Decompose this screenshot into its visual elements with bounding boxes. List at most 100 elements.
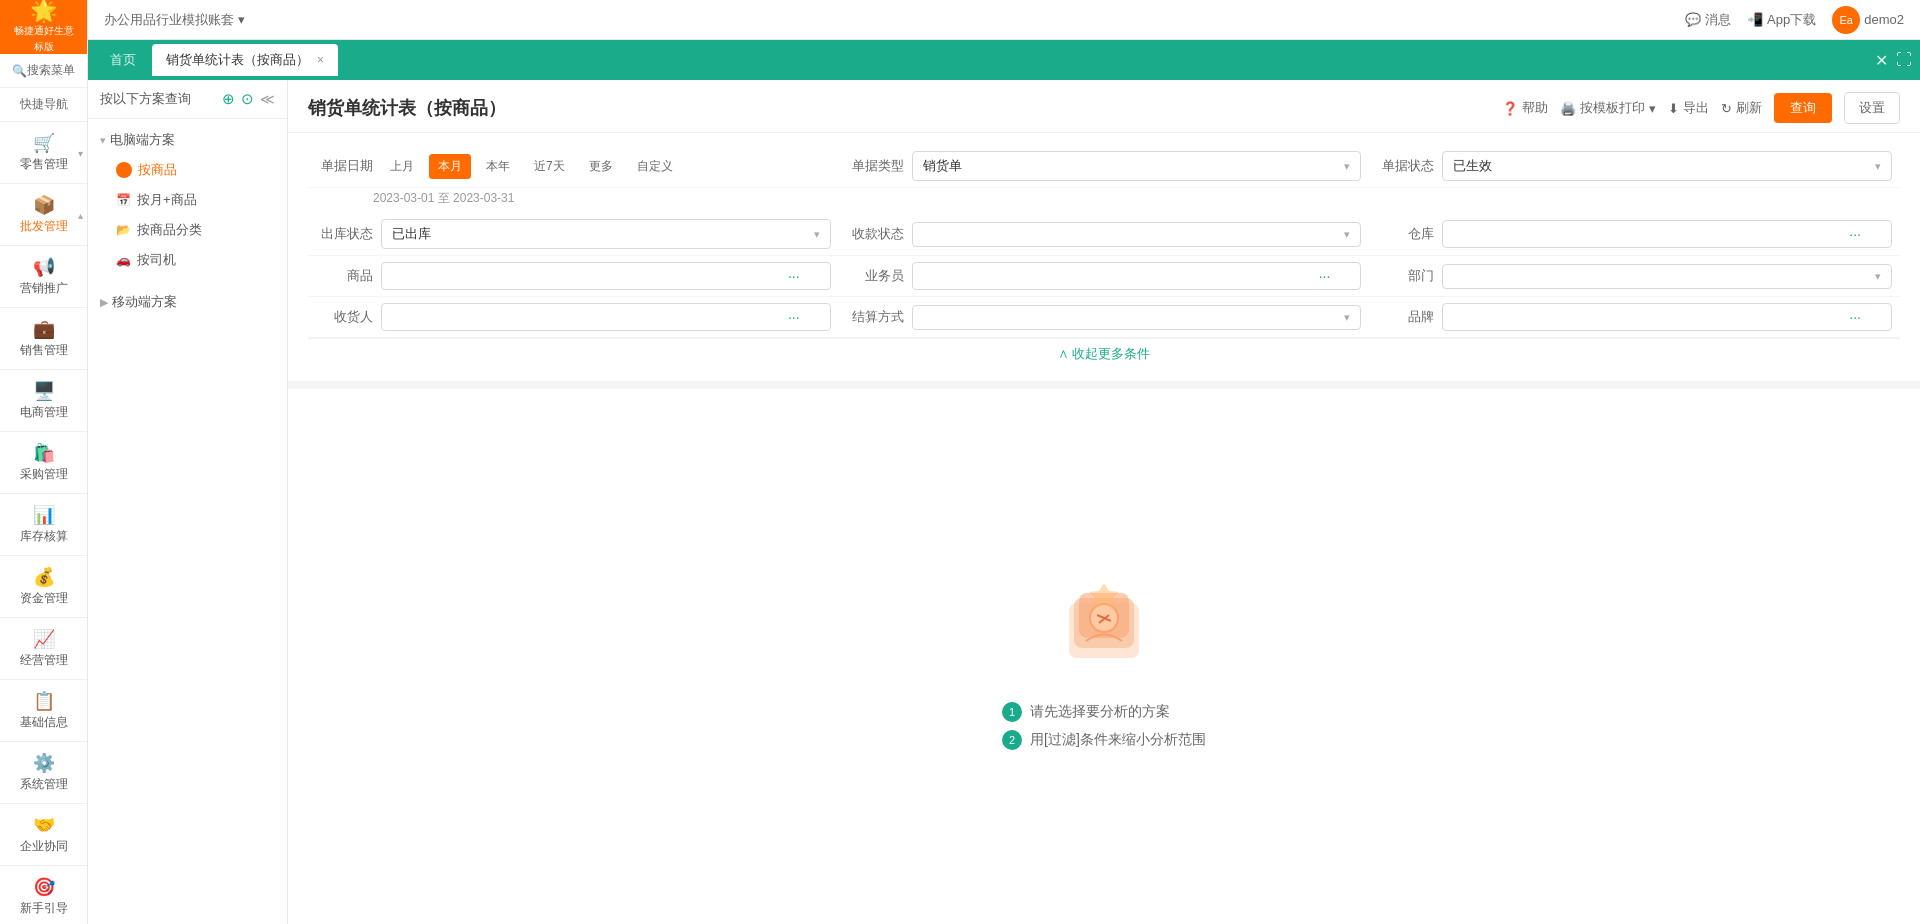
sidebar-item-marketing[interactable]: 📢 营销推广 — [0, 246, 87, 308]
sidebar-item-retail[interactable]: 🛒 零售管理 ▾ — [0, 122, 87, 184]
goods-dots[interactable]: ··· — [788, 268, 800, 284]
collapse-panel-btn[interactable]: ≪ — [260, 91, 275, 107]
collapse-text: ∧ 收起更多条件 — [1058, 345, 1151, 363]
settings-label: 设置 — [1859, 99, 1885, 117]
dept-control: ▾ — [1442, 264, 1892, 289]
tree-sub-item-by-driver[interactable]: 🚗 按司机 — [88, 245, 287, 275]
message-label: 消息 — [1705, 11, 1731, 29]
collapse-more-conditions[interactable]: ∧ 收起更多条件 — [308, 338, 1900, 369]
sidebar-item-sales[interactable]: 💼 销售管理 — [0, 308, 87, 370]
receipt-status-select[interactable]: ▾ — [912, 222, 1362, 247]
sidebar-item-cooperation[interactable]: 🤝 企业协同 — [0, 804, 87, 866]
salesperson-dots[interactable]: ··· — [1319, 268, 1331, 284]
purchase-icon: 🛍️ — [33, 442, 55, 464]
sidebar: 🌟 畅捷通好生意 标版 🔍 搜索菜单 快捷导航 🛒 零售管理 ▾ 📦 批发管理 … — [0, 0, 88, 924]
warehouse-input[interactable]: ··· — [1442, 220, 1892, 248]
brand-input[interactable]: ··· — [1442, 303, 1892, 331]
shortcut-more[interactable]: 更多 — [580, 154, 622, 179]
sidebar-item-label-purchase: 采购管理 — [20, 466, 68, 483]
sidebar-item-wholesale[interactable]: 📦 批发管理 ▴ — [0, 184, 87, 246]
doc-type-select[interactable]: 销货单 ▾ — [912, 151, 1362, 181]
doc-status-value: 已生效 — [1453, 157, 1492, 175]
sidebar-item-inventory[interactable]: 📊 库存核算 — [0, 494, 87, 556]
shortcut-this-year[interactable]: 本年 — [477, 154, 519, 179]
filter-cell-doc-type: 单据类型 销货单 ▾ — [839, 145, 1370, 188]
brand-dots[interactable]: ··· — [1849, 309, 1861, 325]
shortcut-custom[interactable]: 自定义 — [628, 154, 682, 179]
out-status-select[interactable]: 已出库 ▾ — [381, 219, 831, 249]
out-status-dropdown-icon: ▾ — [814, 228, 820, 241]
payment-select[interactable]: ▾ — [912, 305, 1362, 330]
help-icon: ❓ — [1502, 101, 1518, 116]
guide-icon: 🎯 — [33, 876, 55, 898]
receiver-control: ··· — [381, 303, 831, 331]
tree-sub-item-by-month-goods[interactable]: 📅 按月+商品 — [88, 185, 287, 215]
active-tab-label: 销货单统计表（按商品） — [166, 51, 309, 69]
step-2-num: 2 — [1002, 730, 1022, 750]
quick-nav[interactable]: 快捷导航 — [0, 88, 87, 122]
left-panel-header: 按以下方案查询 ⊕ ⊙ ≪ — [88, 80, 287, 119]
sidebar-item-guide[interactable]: 🎯 新手引导 — [0, 866, 87, 924]
tree-sub-item-by-goods[interactable]: 按商品 — [88, 155, 287, 185]
tree-item-pc[interactable]: ▾ 电脑端方案 — [88, 125, 287, 155]
filter-cell-receiver: 收货人 ··· — [308, 297, 839, 338]
help-label: 帮助 — [1522, 99, 1548, 117]
tab-close-icon[interactable]: × — [317, 54, 324, 66]
logo-text: 畅捷通好生意 — [14, 24, 74, 38]
sales-icon: 💼 — [33, 318, 55, 340]
sidebar-item-basic[interactable]: 📋 基础信息 — [0, 680, 87, 742]
receiver-dots[interactable]: ··· — [788, 309, 800, 325]
sidebar-item-purchase[interactable]: 🛍️ 采购管理 — [0, 432, 87, 494]
top-header-left: 办公用品行业模拟账套 ▾ — [104, 11, 245, 29]
tab-active[interactable]: 销货单统计表（按商品） × — [152, 44, 338, 76]
empty-illustration — [1044, 563, 1164, 686]
sidebar-item-label-guide: 新手引导 — [20, 900, 68, 917]
sidebar-item-system[interactable]: ⚙️ 系统管理 — [0, 742, 87, 804]
query-btn[interactable]: 查询 — [1774, 93, 1832, 123]
refresh-btn[interactable]: ↻ 刷新 — [1721, 99, 1762, 117]
finance-icon: 💰 — [33, 566, 55, 588]
app-download-btn[interactable]: 📲 App下载 — [1747, 11, 1816, 29]
tab-close-all-icon[interactable]: ✕ — [1875, 51, 1888, 70]
salesperson-input[interactable]: ··· — [912, 262, 1362, 290]
tree-section-pc: ▾ 电脑端方案 按商品 📅 按月+商品 📂 按商品分类 🚗 按司机 — [88, 119, 287, 281]
basic-icon: 📋 — [33, 690, 55, 712]
warehouse-dots[interactable]: ··· — [1849, 226, 1861, 242]
wholesale-icon: 📦 — [33, 194, 55, 216]
tab-expand-icon[interactable]: ⛶ — [1896, 51, 1912, 69]
date-range-text: 2023-03-01 至 2023-03-31 — [373, 190, 514, 207]
sidebar-item-ecommerce[interactable]: 🖥️ 电商管理 — [0, 370, 87, 432]
tab-home[interactable]: 首页 — [96, 44, 150, 76]
left-panel-title: 按以下方案查询 — [100, 90, 214, 108]
settings-scheme-btn[interactable]: ⊙ — [241, 90, 254, 108]
settings-btn[interactable]: 设置 — [1844, 92, 1900, 124]
salesperson-control: ··· — [912, 262, 1362, 290]
sidebar-item-label-system: 系统管理 — [20, 776, 68, 793]
doc-status-select[interactable]: 已生效 ▾ — [1442, 151, 1892, 181]
add-scheme-btn[interactable]: ⊕ — [222, 90, 235, 108]
step-2-text: 用[过滤]条件来缩小分析范围 — [1030, 731, 1206, 749]
retail-icon: 🛒 — [33, 132, 55, 154]
user-profile-btn[interactable]: Ea demo2 — [1832, 6, 1904, 34]
payment-control: ▾ — [912, 305, 1362, 330]
receiver-input[interactable]: ··· — [381, 303, 831, 331]
shortcut-last-month[interactable]: 上月 — [381, 154, 423, 179]
goods-input[interactable]: ··· — [381, 262, 831, 290]
message-icon: 💬 — [1685, 12, 1701, 27]
shortcut-7-days[interactable]: 近7天 — [525, 154, 574, 179]
sidebar-item-label-cooperation: 企业协同 — [20, 838, 68, 855]
help-btn[interactable]: ❓ 帮助 — [1502, 99, 1548, 117]
step-1-text: 请先选择要分析的方案 — [1030, 703, 1170, 721]
search-menu[interactable]: 🔍 搜索菜单 — [0, 54, 87, 88]
tree-sub-item-by-category[interactable]: 📂 按商品分类 — [88, 215, 287, 245]
export-btn[interactable]: ⬇ 导出 — [1668, 99, 1709, 117]
shortcut-this-month[interactable]: 本月 — [429, 154, 471, 179]
sidebar-item-label-basic: 基础信息 — [20, 714, 68, 731]
message-btn[interactable]: 💬 消息 — [1685, 11, 1731, 29]
sidebar-item-finance[interactable]: 💰 资金管理 — [0, 556, 87, 618]
sidebar-item-operation[interactable]: 📈 经营管理 — [0, 618, 87, 680]
dept-select[interactable]: ▾ — [1442, 264, 1892, 289]
tree-item-mobile[interactable]: ▶ 移动端方案 — [88, 287, 287, 317]
print-btn[interactable]: 🖨️ 按模板打印 ▾ — [1560, 99, 1656, 117]
industry-selector[interactable]: 办公用品行业模拟账套 ▾ — [104, 11, 245, 29]
